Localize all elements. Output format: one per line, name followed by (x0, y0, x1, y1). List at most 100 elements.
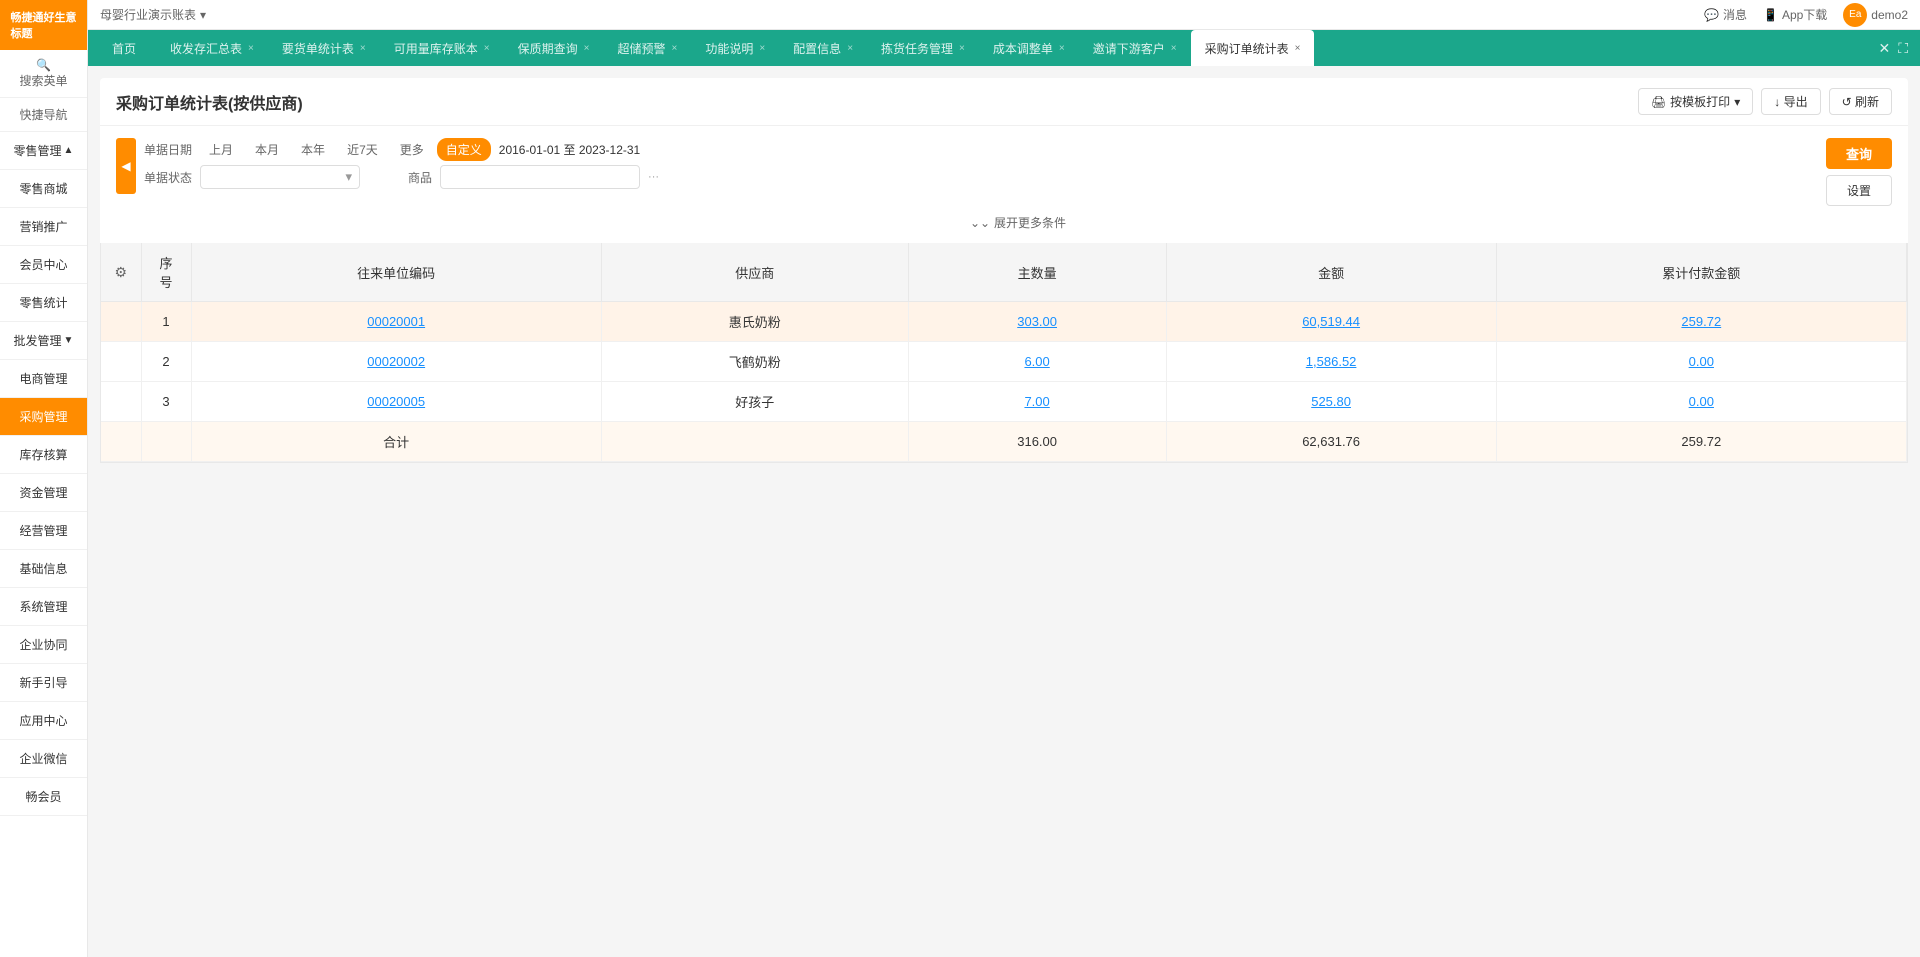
account-dropdown[interactable]: 母婴行业演示账表 ▾ (100, 6, 206, 23)
tab-home[interactable]: 首页 (92, 30, 156, 66)
table-row[interactable]: 2 00020002 飞鹤奶粉 6.00 1,586.52 0.00 (101, 342, 1907, 382)
sidebar-item-member2[interactable]: 畅会员 (0, 778, 87, 816)
date-btn-custom[interactable]: 自定义 (437, 138, 491, 161)
sidebar-item-retail-shop[interactable]: 零售商城 (0, 170, 87, 208)
close-icon[interactable]: × (759, 43, 765, 54)
sidebar-item-appcenter[interactable]: 应用中心 (0, 702, 87, 740)
tab-overstock[interactable]: 超储预警 × (603, 30, 691, 66)
th-main-qty: 主数量 (908, 243, 1166, 302)
print-button[interactable]: 🖨 按模板打印 ▾ (1638, 88, 1753, 115)
status-select[interactable] (200, 165, 360, 189)
tab-label: 配置信息 (793, 40, 841, 57)
close-icon[interactable]: × (360, 43, 366, 54)
more-icon[interactable]: ··· (648, 171, 659, 183)
close-icon[interactable]: × (847, 43, 853, 54)
close-icon[interactable]: × (484, 43, 490, 54)
refresh-button[interactable]: ↺ 刷新 (1829, 88, 1892, 115)
expand-more-btn[interactable]: ⌄⌄ 展开更多条件 (970, 214, 1066, 231)
th-paid-amount-label: 累计付款金额 (1662, 266, 1740, 281)
close-icon[interactable]: × (1171, 43, 1177, 54)
sidebar-item-inventory[interactable]: 库存核算 (0, 436, 87, 474)
cell-unit-code[interactable]: 00020002 (191, 342, 601, 382)
message-btn[interactable]: 💬 消息 (1704, 6, 1747, 23)
sidebar-item-member[interactable]: 会员中心 (0, 246, 87, 284)
app-download-btn[interactable]: 📱 App下载 (1763, 6, 1827, 23)
tab-function-desc[interactable]: 功能说明 × (691, 30, 779, 66)
sidebar-item-purchase[interactable]: 采购管理 (0, 398, 87, 436)
tab-expiry-query[interactable]: 保质期查询 × (504, 30, 604, 66)
close-icon[interactable]: × (671, 43, 677, 54)
page-title-bar: 采购订单统计表(按供应商) 🖨 按模板打印 ▾ ↓ 导出 ↺ 刷新 (100, 78, 1908, 125)
filter-date-line: 单据日期 上月 本月 本年 近7天 更多 自定义 2016-01-01 至 20… (144, 138, 1814, 161)
cell-amount[interactable]: 1,586.52 (1166, 342, 1496, 382)
sidebar-item-wholesale[interactable]: 批发管理 ▼ (0, 322, 87, 360)
date-btn-this-year[interactable]: 本年 (292, 138, 334, 161)
settings-button[interactable]: 设置 (1826, 175, 1892, 206)
expand-filter-btn[interactable]: ◀ (116, 138, 136, 194)
goods-input[interactable] (440, 165, 640, 189)
sidebar-item-marketing[interactable]: 营销推广 (0, 208, 87, 246)
table-row[interactable]: 3 00020005 好孩子 7.00 525.80 0.00 (101, 382, 1907, 422)
date-btn-7days[interactable]: 近7天 (338, 138, 387, 161)
sidebar-item-wechat[interactable]: 企业微信 (0, 740, 87, 778)
tab-receive-summary[interactable]: 收发存汇总表 × (156, 30, 268, 66)
sidebar-item-label: 库存核算 (19, 448, 67, 462)
sidebar-item-search[interactable]: 🔍 搜索英单 (0, 50, 87, 98)
tab-pick-task[interactable]: 拣货任务管理 × (867, 30, 979, 66)
cell-amount[interactable]: 525.80 (1166, 382, 1496, 422)
cell-unit-code[interactable]: 00020005 (191, 382, 601, 422)
close-tab-btn[interactable]: ✕ (1878, 40, 1890, 57)
tab-label: 可用量库存账本 (394, 40, 478, 57)
sidebar-item-system[interactable]: 系统管理 (0, 588, 87, 626)
query-button[interactable]: 查询 (1826, 138, 1892, 169)
cell-main-qty[interactable]: 303.00 (908, 302, 1166, 342)
date-btn-last-month[interactable]: 上月 (200, 138, 242, 161)
sidebar-item-finance[interactable]: 资金管理 (0, 474, 87, 512)
cell-amount[interactable]: 60,519.44 (1166, 302, 1496, 342)
sidebar-item-retail-stats[interactable]: 零售统计 (0, 284, 87, 322)
close-icon[interactable]: × (1295, 43, 1301, 54)
sidebar-item-quicknav[interactable]: 快捷导航 (0, 98, 87, 132)
goods-label: 商品 (408, 169, 432, 186)
chevron-down-icon: ▾ (1734, 95, 1740, 109)
sidebar-item-basic[interactable]: 基础信息 (0, 550, 87, 588)
tab-config-info[interactable]: 配置信息 × (779, 30, 867, 66)
chevron-down-icon: ▾ (200, 8, 206, 22)
cell-paid-amount[interactable]: 0.00 (1496, 382, 1906, 422)
filter-main: 单据日期 上月 本月 本年 近7天 更多 自定义 2016-01-01 至 20… (144, 138, 1892, 231)
sidebar-item-ecommerce[interactable]: 电商管理 (0, 360, 87, 398)
tab-goods-stats[interactable]: 要货单统计表 × (268, 30, 380, 66)
close-icon[interactable]: × (1059, 43, 1065, 54)
tab-purchase-stats[interactable]: 采购订单统计表 × (1191, 30, 1315, 66)
total-main-qty: 316.00 (908, 422, 1166, 462)
app-label: App下载 (1782, 6, 1827, 23)
sidebar-item-enterprise[interactable]: 企业协同 (0, 626, 87, 664)
sidebar-item-operations[interactable]: 经营管理 (0, 512, 87, 550)
cell-unit-code[interactable]: 00020001 (191, 302, 601, 342)
close-icon[interactable]: × (959, 43, 965, 54)
cell-setting (101, 302, 141, 342)
cell-main-qty[interactable]: 7.00 (908, 382, 1166, 422)
tab-invite-downstream[interactable]: 邀请下游客户 × (1079, 30, 1191, 66)
cell-main-qty[interactable]: 6.00 (908, 342, 1166, 382)
user-avatar[interactable]: Ea demo2 (1843, 3, 1908, 27)
tab-cost-adjust[interactable]: 成本调整单 × (979, 30, 1079, 66)
sidebar: 畅捷通好生意标题 🔍 搜索英单 快捷导航 零售管理 ▲ 零售商城 营销推广 会员… (0, 0, 88, 957)
tab-inventory-account[interactable]: 可用量库存账本 × (380, 30, 504, 66)
total-amount: 62,631.76 (1166, 422, 1496, 462)
sidebar-item-newguide[interactable]: 新手引导 (0, 664, 87, 702)
maximize-btn[interactable]: ⛶ (1898, 40, 1908, 57)
close-icon[interactable]: × (248, 43, 254, 54)
export-button[interactable]: ↓ 导出 (1761, 88, 1820, 115)
table-row[interactable]: 1 00020001 惠氏奶粉 303.00 60,519.44 259.72 (101, 302, 1907, 342)
date-btn-more[interactable]: 更多 (391, 138, 433, 161)
search-icon: 🔍 (4, 58, 83, 72)
sidebar-item-retail[interactable]: 零售管理 ▲ (0, 132, 87, 170)
cell-paid-amount[interactable]: 0.00 (1496, 342, 1906, 382)
sidebar-item-label: 基础信息 (19, 562, 67, 576)
close-icon[interactable]: × (584, 43, 590, 54)
refresh-label: 刷新 (1855, 95, 1879, 109)
cell-paid-amount[interactable]: 259.72 (1496, 302, 1906, 342)
date-btn-this-month[interactable]: 本月 (246, 138, 288, 161)
column-setting-icon[interactable]: ⚙ (114, 264, 127, 281)
